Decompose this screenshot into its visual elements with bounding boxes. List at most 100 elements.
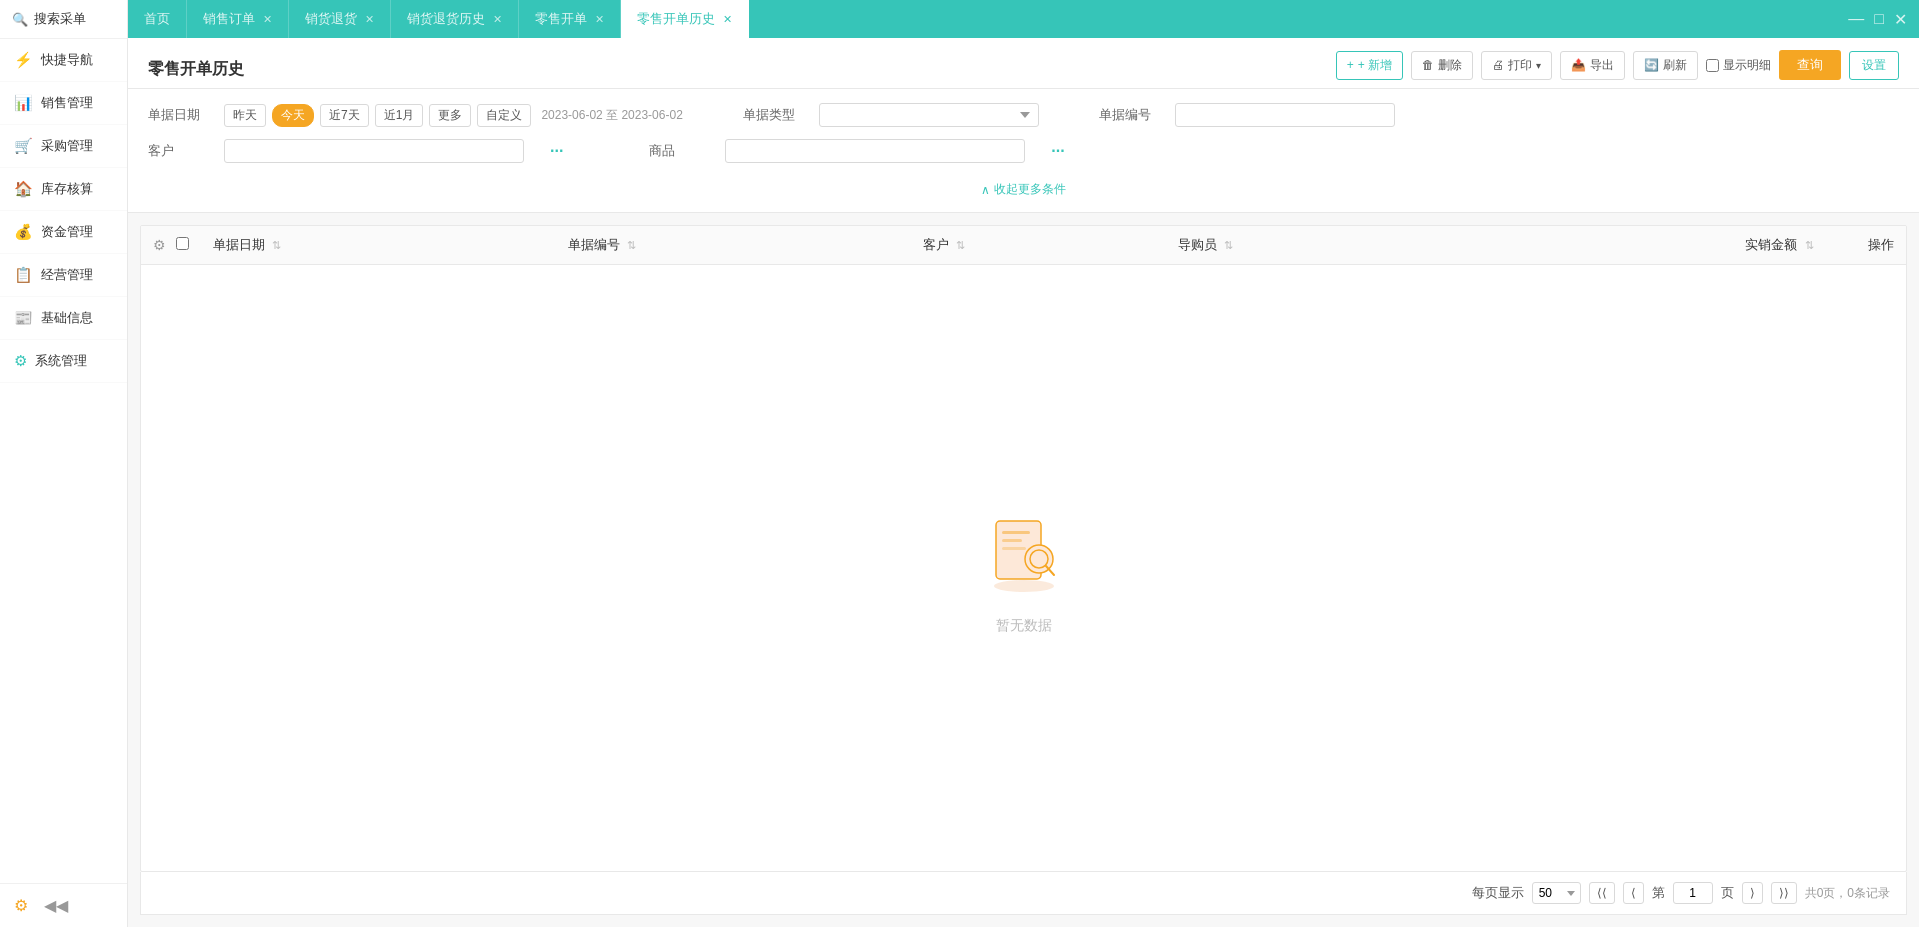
- sidebar-item-sales-mgmt[interactable]: 📊 销售管理: [0, 82, 127, 125]
- customer-dots-btn[interactable]: ···: [544, 140, 569, 162]
- search-icon: 🔍: [12, 12, 28, 27]
- number-input[interactable]: [1175, 103, 1395, 127]
- date-custom-btn[interactable]: 自定义: [477, 104, 531, 127]
- collapse-conditions-btn[interactable]: ∧ 收起更多条件: [148, 175, 1899, 198]
- tab-sales-order-close[interactable]: ✕: [263, 13, 272, 26]
- tab-retail-history[interactable]: 零售开单历史 ✕: [621, 0, 749, 38]
- collapse-sidebar-icon[interactable]: ◀◀: [44, 896, 68, 915]
- th-ops: 操作: [1826, 226, 1906, 265]
- goods-input[interactable]: [725, 139, 1025, 163]
- sidebar-item-sys-mgmt[interactable]: ⚙ 系统管理: [0, 340, 127, 383]
- sidebar-item-purchase-mgmt[interactable]: 🛒 采购管理: [0, 125, 127, 168]
- export-button[interactable]: 📤 导出: [1560, 51, 1625, 80]
- date-today-btn[interactable]: 今天: [272, 104, 314, 127]
- base-info-icon: 📰: [14, 309, 33, 327]
- svg-rect-2: [1002, 531, 1030, 534]
- date-quick-group: 昨天 今天 近7天 近1月 更多 自定义: [224, 104, 683, 127]
- display-toggle[interactable]: 显示明细: [1706, 57, 1771, 74]
- print-dropdown-icon: ▾: [1536, 60, 1541, 71]
- next-page-btn[interactable]: ⟩: [1742, 882, 1763, 904]
- table-settings-icon[interactable]: ⚙: [153, 237, 166, 253]
- tab-sales-return-history-label: 销货退货历史: [407, 10, 485, 28]
- empty-illustration: [974, 501, 1074, 601]
- type-select[interactable]: [819, 103, 1039, 127]
- sidebar-item-base-info[interactable]: 📰 基础信息: [0, 297, 127, 340]
- refresh-button[interactable]: 🔄 刷新: [1633, 51, 1698, 80]
- amount-sort-icon[interactable]: ⇅: [1805, 239, 1814, 251]
- query-button[interactable]: 查询: [1779, 50, 1841, 80]
- tab-retail-open-close[interactable]: ✕: [595, 13, 604, 26]
- filter-row-2: 客户 ··· 商品 ···: [148, 139, 1899, 163]
- select-all-checkbox[interactable]: [176, 237, 189, 250]
- tab-retail-history-close[interactable]: ✕: [723, 13, 732, 26]
- date-7days-btn[interactable]: 近7天: [320, 104, 369, 127]
- maximize-button[interactable]: □: [1874, 10, 1884, 28]
- date-1month-btn[interactable]: 近1月: [375, 104, 424, 127]
- main-area: 首页 销售订单 ✕ 销货退货 ✕ 销货退货历史 ✕ 零售开单 ✕ 零售开单历史 …: [128, 0, 1919, 927]
- page-number-input[interactable]: 1: [1673, 882, 1713, 904]
- sidebar-search-label: 搜索采单: [34, 10, 86, 28]
- quick-nav-icon: ⚡: [14, 51, 33, 69]
- content-area: 零售开单历史 + + 新增 🗑 删除 🖨 打印 ▾ 📤 导出: [128, 38, 1919, 927]
- guide-sort-icon[interactable]: ⇅: [1224, 239, 1233, 251]
- customer-label: 客户: [148, 142, 204, 160]
- print-button[interactable]: 🖨 打印 ▾: [1481, 51, 1552, 80]
- page-header: 零售开单历史 + + 新增 🗑 删除 🖨 打印 ▾ 📤 导出: [128, 38, 1919, 89]
- tab-sales-return-label: 销货退货: [305, 10, 357, 28]
- purchase-mgmt-icon: 🛒: [14, 137, 33, 155]
- date-sort-icon[interactable]: ⇅: [272, 239, 281, 251]
- minimize-button[interactable]: —: [1848, 10, 1864, 28]
- sidebar-item-quick-nav[interactable]: ⚡ 快捷导航: [0, 39, 127, 82]
- sidebar-search[interactable]: 🔍 搜索采单: [0, 0, 127, 39]
- date-more-btn[interactable]: 更多: [429, 104, 471, 127]
- table-container: ⚙ 单据日期 ⇅ 单据编号 ⇅ 客户 ⇅: [140, 225, 1907, 872]
- add-button[interactable]: + + 新增: [1336, 51, 1403, 80]
- tab-home[interactable]: 首页: [128, 0, 187, 38]
- first-page-btn[interactable]: ⟨⟨: [1589, 882, 1615, 904]
- sidebar-item-label: 销售管理: [41, 94, 93, 112]
- export-icon: 📤: [1571, 58, 1586, 72]
- export-label: 导出: [1590, 57, 1614, 74]
- collapse-up-icon: ∧: [981, 183, 990, 197]
- date-yesterday-btn[interactable]: 昨天: [224, 104, 266, 127]
- empty-text: 暂无数据: [996, 617, 1052, 635]
- tab-home-label: 首页: [144, 10, 170, 28]
- customer-input[interactable]: [224, 139, 524, 163]
- tab-sales-return-history-close[interactable]: ✕: [493, 13, 502, 26]
- settings-gear-icon[interactable]: ⚙: [14, 896, 28, 915]
- number-sort-icon[interactable]: ⇅: [627, 239, 636, 251]
- th-date: 单据日期 ⇅: [201, 226, 556, 265]
- tab-sales-order-label: 销售订单: [203, 10, 255, 28]
- last-page-btn[interactable]: ⟩⟩: [1771, 882, 1797, 904]
- delete-button[interactable]: 🗑 删除: [1411, 51, 1473, 80]
- display-toggle-checkbox[interactable]: [1706, 59, 1719, 72]
- prev-page-btn[interactable]: ⟨: [1623, 882, 1644, 904]
- tab-sales-return-close[interactable]: ✕: [365, 13, 374, 26]
- tab-sales-return[interactable]: 销货退货 ✕: [289, 0, 391, 38]
- customer-sort-icon[interactable]: ⇅: [956, 239, 965, 251]
- sales-mgmt-icon: 📊: [14, 94, 33, 112]
- sidebar-item-label: 采购管理: [41, 137, 93, 155]
- date-custom-label: 自定义: [486, 108, 522, 122]
- tab-sales-return-history[interactable]: 销货退货历史 ✕: [391, 0, 519, 38]
- delete-icon: 🗑: [1422, 58, 1434, 72]
- per-page-select[interactable]: 50 100 200: [1532, 882, 1581, 904]
- type-label: 单据类型: [743, 106, 799, 124]
- pagination-bar: 每页显示 50 100 200 ⟨⟨ ⟨ 第 1 页 ⟩ ⟩⟩ 共0页，0条记录: [140, 872, 1907, 915]
- goods-dots-btn[interactable]: ···: [1045, 140, 1070, 162]
- sidebar-item-label: 基础信息: [41, 309, 93, 327]
- sidebar-item-finance[interactable]: 💰 资金管理: [0, 211, 127, 254]
- close-button[interactable]: ✕: [1894, 10, 1907, 29]
- sidebar-item-operations[interactable]: 📋 经营管理: [0, 254, 127, 297]
- sidebar-item-label: 经营管理: [41, 266, 93, 284]
- sidebar-item-label: 资金管理: [41, 223, 93, 241]
- sidebar-item-inventory[interactable]: 🏠 库存核算: [0, 168, 127, 211]
- tab-retail-open[interactable]: 零售开单 ✕: [519, 0, 621, 38]
- sidebar-item-label: 快捷导航: [41, 51, 93, 69]
- add-icon: +: [1347, 58, 1354, 72]
- settings-button[interactable]: 设置: [1849, 51, 1899, 80]
- sidebar-item-label: 库存核算: [41, 180, 93, 198]
- th-guide: 导购员 ⇅: [1166, 226, 1471, 265]
- filter-area: 单据日期 昨天 今天 近7天 近1月 更多: [128, 89, 1919, 213]
- tab-sales-order[interactable]: 销售订单 ✕: [187, 0, 289, 38]
